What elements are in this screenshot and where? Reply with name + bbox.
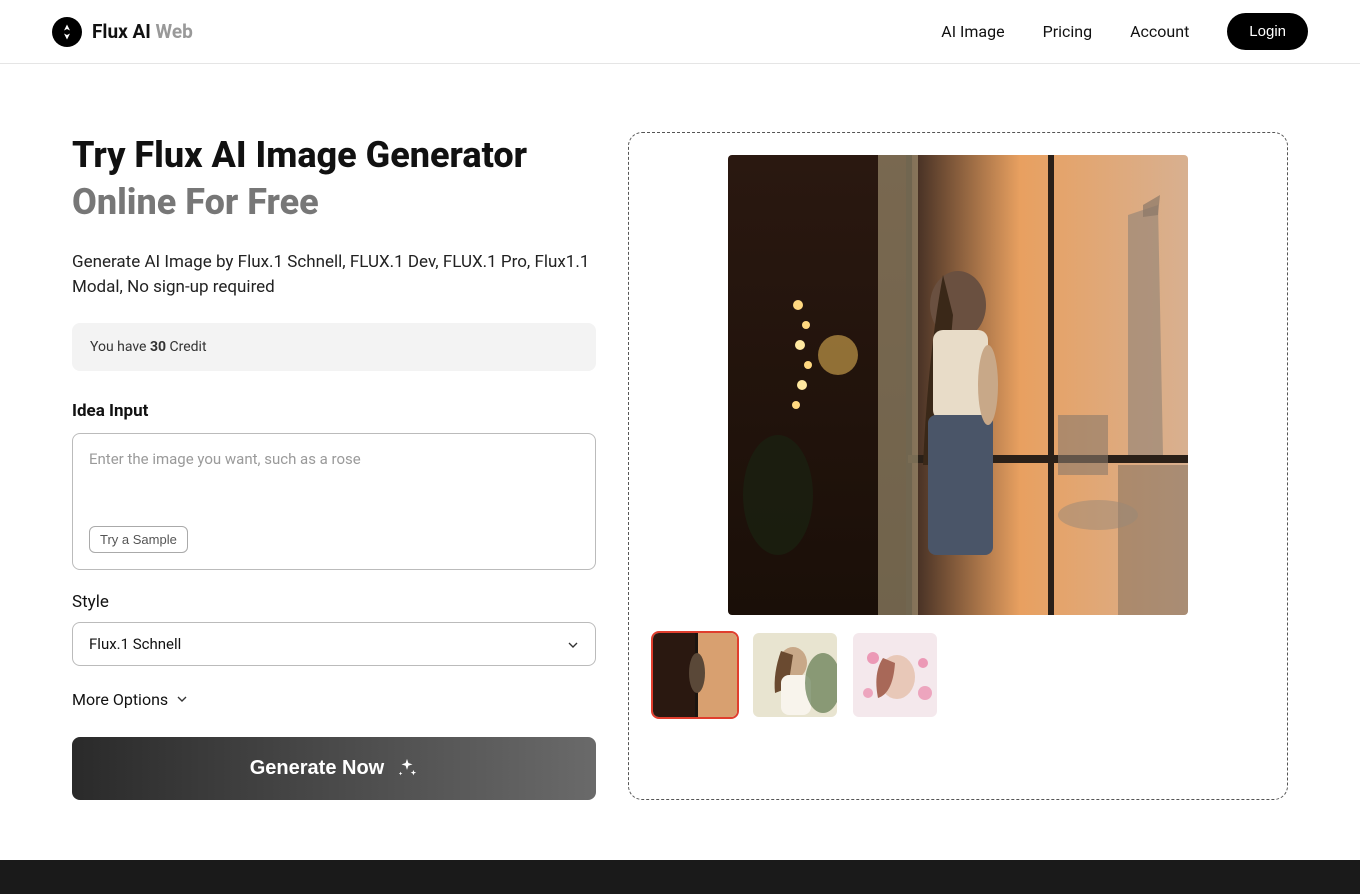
- generate-button[interactable]: Generate Now: [72, 737, 596, 800]
- more-options-toggle[interactable]: More Options: [72, 690, 596, 709]
- chevron-down-icon: [174, 691, 190, 707]
- generator-form-panel: Try Flux AI Image Generator Online For F…: [72, 132, 596, 800]
- nav-account[interactable]: Account: [1130, 22, 1189, 41]
- login-button[interactable]: Login: [1227, 13, 1308, 50]
- main-nav: AI Image Pricing Account Login: [941, 13, 1308, 50]
- style-label: Style: [72, 592, 596, 612]
- try-sample-button[interactable]: Try a Sample: [89, 526, 188, 553]
- style-selected-value: Flux.1 Schnell: [89, 635, 181, 653]
- thumbnail-3[interactable]: [851, 631, 939, 719]
- page-subtitle: Generate AI Image by Flux.1 Schnell, FLU…: [72, 250, 596, 301]
- chevron-down-icon: [565, 637, 579, 651]
- logo-icon: [52, 17, 82, 47]
- idea-input-label: Idea Input: [72, 401, 596, 421]
- page-title-line1: Try Flux AI Image Generator: [72, 132, 596, 179]
- prompt-container: Try a Sample: [72, 433, 596, 570]
- nav-ai-image[interactable]: AI Image: [941, 22, 1004, 41]
- main-content: Try Flux AI Image Generator Online For F…: [0, 64, 1360, 860]
- preview-image: [728, 155, 1188, 615]
- thumbnail-1[interactable]: [651, 631, 739, 719]
- preview-panel: [628, 132, 1288, 800]
- style-select[interactable]: Flux.1 Schnell: [72, 622, 596, 666]
- credit-balance: You have 30 Credit: [72, 323, 596, 371]
- thumbnail-row: [651, 631, 1265, 719]
- nav-pricing[interactable]: Pricing: [1043, 22, 1093, 41]
- footer: [0, 860, 1360, 894]
- logo[interactable]: Flux AI Web: [52, 17, 193, 47]
- prompt-input[interactable]: [89, 450, 579, 494]
- page-title-line2: Online For Free: [72, 179, 596, 226]
- thumbnail-2[interactable]: [751, 631, 839, 719]
- sparkle-icon: [396, 757, 418, 779]
- logo-text: Flux AI Web: [92, 20, 193, 43]
- app-header: Flux AI Web AI Image Pricing Account Log…: [0, 0, 1360, 64]
